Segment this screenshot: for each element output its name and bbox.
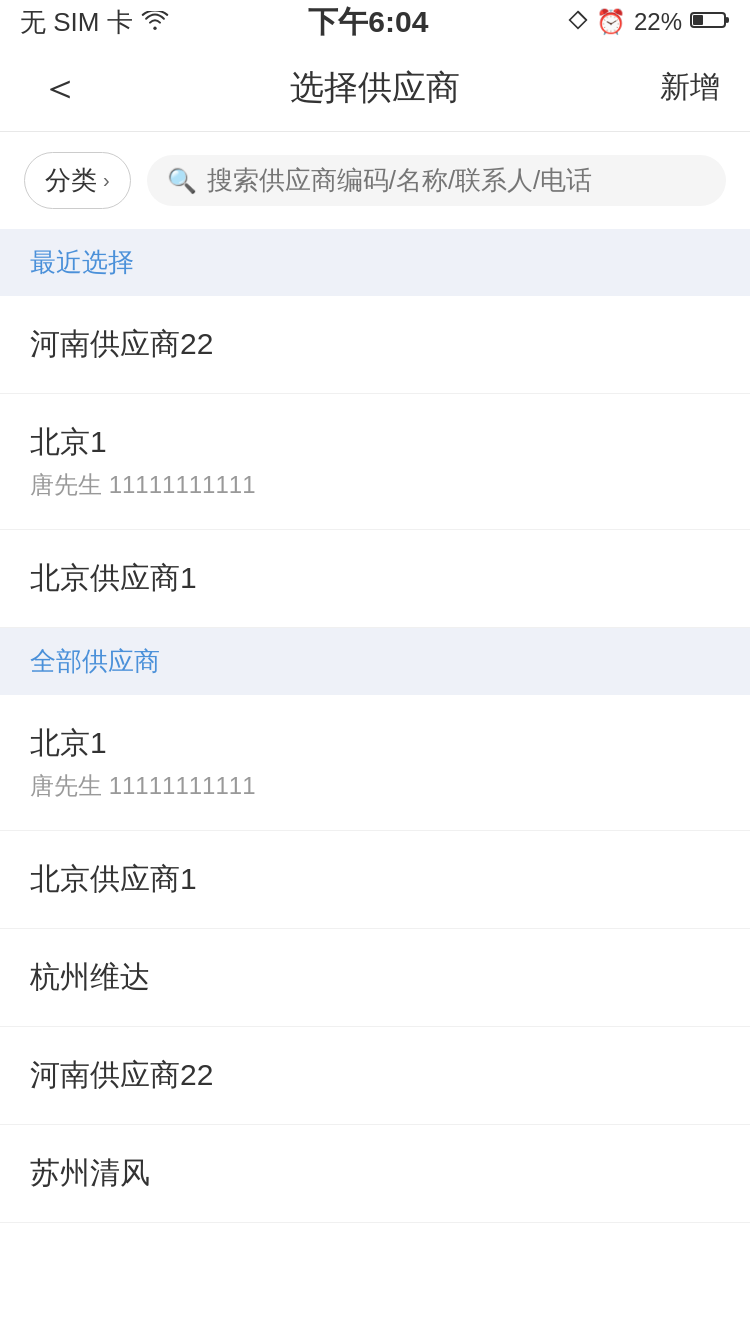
item-name: 北京1 <box>30 723 720 764</box>
list-item[interactable]: 苏州清风 <box>0 1125 750 1223</box>
status-right: ⏰ 22% <box>568 8 730 36</box>
list-item[interactable]: 杭州维达 <box>0 929 750 1027</box>
item-name: 河南供应商22 <box>30 324 720 365</box>
item-sub: 唐先生 11111111111 <box>30 770 720 802</box>
all-items-list: 北京1 唐先生 11111111111 北京供应商1 杭州维达河南供应商22 苏州清… <box>0 695 750 1223</box>
svg-rect-2 <box>725 17 729 23</box>
wifi-icon <box>141 7 169 38</box>
time-display: 下午6:04 <box>308 2 428 43</box>
back-button[interactable]: ＜ <box>30 50 90 125</box>
list-item[interactable]: 北京供应商1 <box>0 530 750 628</box>
all-section-label: 全部供应商 <box>30 646 160 676</box>
item-name: 杭州维达 <box>30 957 720 998</box>
search-input[interactable] <box>207 165 706 196</box>
list-item[interactable]: 北京1 唐先生 11111111111 <box>0 695 750 831</box>
svg-rect-1 <box>693 15 703 25</box>
item-name: 河南供应商22 <box>30 1055 720 1096</box>
filter-bar: 分类 › 🔍 <box>0 132 750 229</box>
location-icon <box>568 8 588 36</box>
search-icon: 🔍 <box>167 167 197 195</box>
recent-section-header: 最近选择 <box>0 229 750 296</box>
list-item[interactable]: 北京供应商1 <box>0 831 750 929</box>
item-name: 北京供应商1 <box>30 558 720 599</box>
category-label: 分类 <box>45 163 97 198</box>
list-item[interactable]: 河南供应商22 <box>0 1027 750 1125</box>
item-name: 北京1 <box>30 422 720 463</box>
add-button[interactable]: 新增 <box>660 67 720 108</box>
recent-section-label: 最近选择 <box>30 247 134 277</box>
list-item[interactable]: 北京1 唐先生 11111111111 <box>0 394 750 530</box>
item-sub: 唐先生 11111111111 <box>30 469 720 501</box>
carrier-text: 无 SIM 卡 <box>20 5 133 40</box>
status-bar: 无 SIM 卡 下午6:04 ⏰ 22% <box>0 0 750 44</box>
all-section-header: 全部供应商 <box>0 628 750 695</box>
item-name: 苏州清风 <box>30 1153 720 1194</box>
nav-bar: ＜ 选择供应商 新增 <box>0 44 750 132</box>
battery-icon <box>690 8 730 36</box>
search-box: 🔍 <box>147 155 726 206</box>
battery-text: 22% <box>634 8 682 36</box>
list-item[interactable]: 河南供应商22 <box>0 296 750 394</box>
chevron-right-icon: › <box>103 169 110 192</box>
back-arrow-icon: ＜ <box>40 65 80 109</box>
category-button[interactable]: 分类 › <box>24 152 131 209</box>
status-left: 无 SIM 卡 <box>20 5 169 40</box>
alarm-icon: ⏰ <box>596 8 626 36</box>
recent-items-list: 河南供应商22 北京1 唐先生 11111111111 北京供应商1 <box>0 296 750 628</box>
item-name: 北京供应商1 <box>30 859 720 900</box>
page-title: 选择供应商 <box>290 65 460 111</box>
